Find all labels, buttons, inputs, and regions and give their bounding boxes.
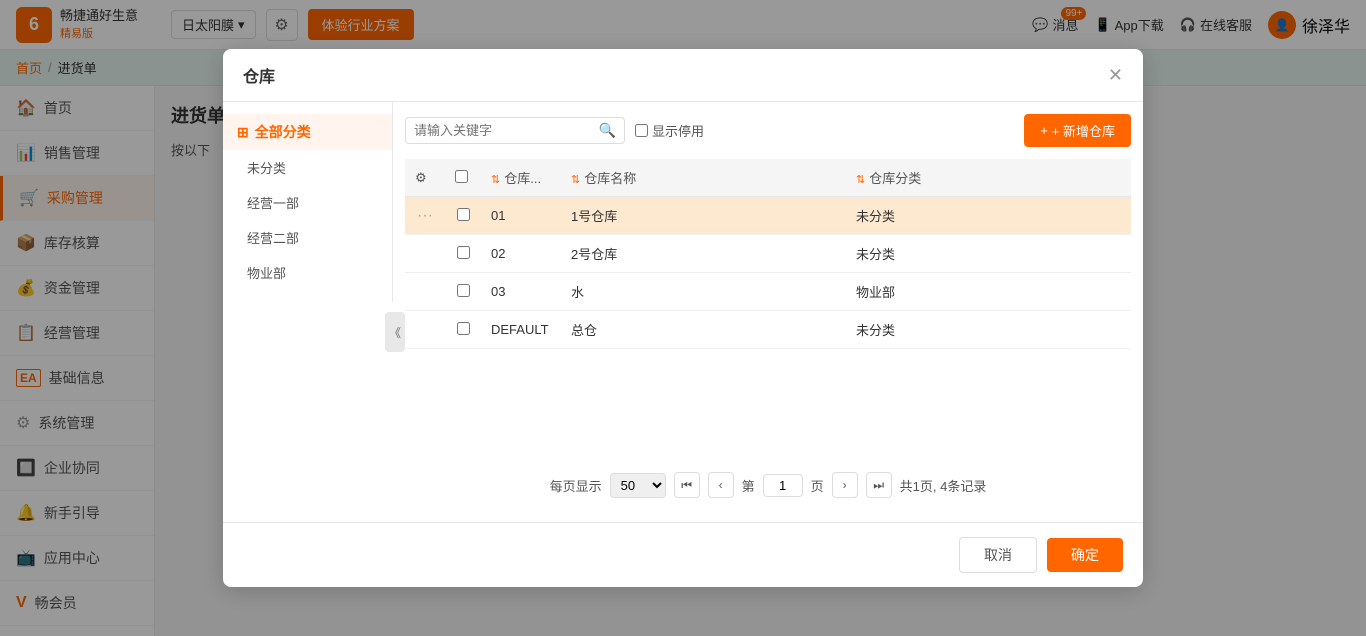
category-item-0[interactable]: 未分类	[223, 150, 392, 185]
row-checkbox-cell	[445, 311, 481, 349]
row-checkbox[interactable]	[457, 322, 470, 335]
category-item-1[interactable]: 经营一部	[223, 185, 392, 220]
table-row[interactable]: ··· 01 1号仓库 未分类	[405, 197, 1131, 235]
pagination: 每页显示 50 100 200 ⏮ ‹ 第 页 › ⏭ 共	[405, 460, 1131, 510]
row-category: 未分类	[846, 197, 1131, 235]
search-icon: 🔍	[599, 122, 616, 139]
tree-collapse-button[interactable]: 《	[385, 312, 405, 352]
category-tree-wrapper: ⊞ 全部分类 未分类 经营一部 经营二部 物业部 《	[223, 102, 393, 522]
row-checkbox-cell	[445, 197, 481, 235]
page-suffix: 页	[811, 476, 824, 495]
row-checkbox[interactable]	[457, 246, 470, 259]
category-tree: ⊞ 全部分类 未分类 经营一部 经营二部 物业部	[223, 102, 393, 302]
per-page-label: 每页显示	[550, 476, 602, 495]
row-name: 1号仓库	[561, 197, 846, 235]
modal-overlay: 仓库 ✕ ⊞ 全部分类 未分类 经营一部 经营二部 物业部 《	[0, 0, 1366, 636]
sort-icon-cat: ⇅	[856, 174, 865, 186]
row-dots-cell	[405, 273, 445, 311]
th-category: ⇅仓库分类	[846, 159, 1131, 197]
row-code: 01	[481, 197, 561, 235]
confirm-button[interactable]: 确定	[1047, 538, 1123, 572]
next-page-button[interactable]: ›	[832, 472, 858, 498]
search-input[interactable]	[414, 123, 599, 138]
dialog-footer: 取消 确定	[223, 522, 1143, 587]
prev-page-button[interactable]: ‹	[708, 472, 734, 498]
row-name: 2号仓库	[561, 235, 846, 273]
row-code: 03	[481, 273, 561, 311]
row-code: 02	[481, 235, 561, 273]
search-bar: 🔍 显示停用 + + 新增仓库	[405, 114, 1131, 147]
warehouse-table: ⚙ ⇅仓库... ⇅仓库名称 ⇅仓库分类	[405, 159, 1131, 349]
show-disabled-checkbox[interactable]	[635, 124, 648, 137]
row-name: 水	[561, 273, 846, 311]
row-options-icon[interactable]: ···	[417, 207, 433, 224]
total-records: 共1页, 4条记录	[900, 476, 987, 495]
row-category: 物业部	[846, 273, 1131, 311]
dialog-header: 仓库 ✕	[223, 49, 1143, 102]
row-checkbox[interactable]	[457, 208, 470, 221]
th-gear: ⚙	[405, 159, 445, 197]
dialog-title: 仓库	[243, 63, 275, 87]
row-category: 未分类	[846, 235, 1131, 273]
last-page-button[interactable]: ⏭	[866, 472, 892, 498]
category-all-label: 全部分类	[255, 122, 311, 142]
cancel-button[interactable]: 取消	[959, 537, 1037, 573]
grid-icon: ⊞	[237, 124, 249, 141]
dialog-close-button[interactable]: ✕	[1108, 65, 1123, 86]
page-number-input[interactable]	[763, 474, 803, 497]
per-page-dropdown[interactable]: 50 100 200	[610, 473, 666, 498]
row-dots-cell: ···	[405, 197, 445, 235]
warehouse-dialog: 仓库 ✕ ⊞ 全部分类 未分类 经营一部 经营二部 物业部 《	[223, 49, 1143, 587]
row-checkbox-cell	[445, 273, 481, 311]
row-code: DEFAULT	[481, 311, 561, 349]
first-page-button[interactable]: ⏮	[674, 472, 700, 498]
table-panel: 🔍 显示停用 + + 新增仓库 ⚙	[393, 102, 1143, 522]
category-item-2[interactable]: 经营二部	[223, 220, 392, 255]
select-all-checkbox[interactable]	[455, 170, 468, 183]
row-dots-cell	[405, 311, 445, 349]
th-checkbox	[445, 159, 481, 197]
table-row[interactable]: 02 2号仓库 未分类	[405, 235, 1131, 273]
th-name: ⇅仓库名称	[561, 159, 846, 197]
row-dots-cell	[405, 235, 445, 273]
th-code: ⇅仓库...	[481, 159, 561, 197]
add-warehouse-button[interactable]: + + 新增仓库	[1024, 114, 1131, 147]
category-all[interactable]: ⊞ 全部分类	[223, 114, 392, 150]
per-page-select: 50 100 200	[610, 473, 666, 498]
row-category: 未分类	[846, 311, 1131, 349]
row-checkbox-cell	[445, 235, 481, 273]
category-item-3[interactable]: 物业部	[223, 255, 392, 290]
sort-icon-name: ⇅	[571, 174, 580, 186]
table-row[interactable]: DEFAULT 总仓 未分类	[405, 311, 1131, 349]
table-row[interactable]: 03 水 物业部	[405, 273, 1131, 311]
search-input-wrap: 🔍	[405, 117, 625, 144]
show-disabled-area: 显示停用	[635, 121, 704, 140]
gear-icon: ⚙	[415, 170, 427, 185]
sort-icon: ⇅	[491, 174, 500, 186]
page-prefix: 第	[742, 476, 755, 495]
row-name: 总仓	[561, 311, 846, 349]
row-checkbox[interactable]	[457, 284, 470, 297]
show-disabled-label: 显示停用	[652, 121, 704, 140]
dialog-body: ⊞ 全部分类 未分类 经营一部 经营二部 物业部 《 🔍	[223, 102, 1143, 522]
plus-icon: +	[1040, 123, 1048, 138]
